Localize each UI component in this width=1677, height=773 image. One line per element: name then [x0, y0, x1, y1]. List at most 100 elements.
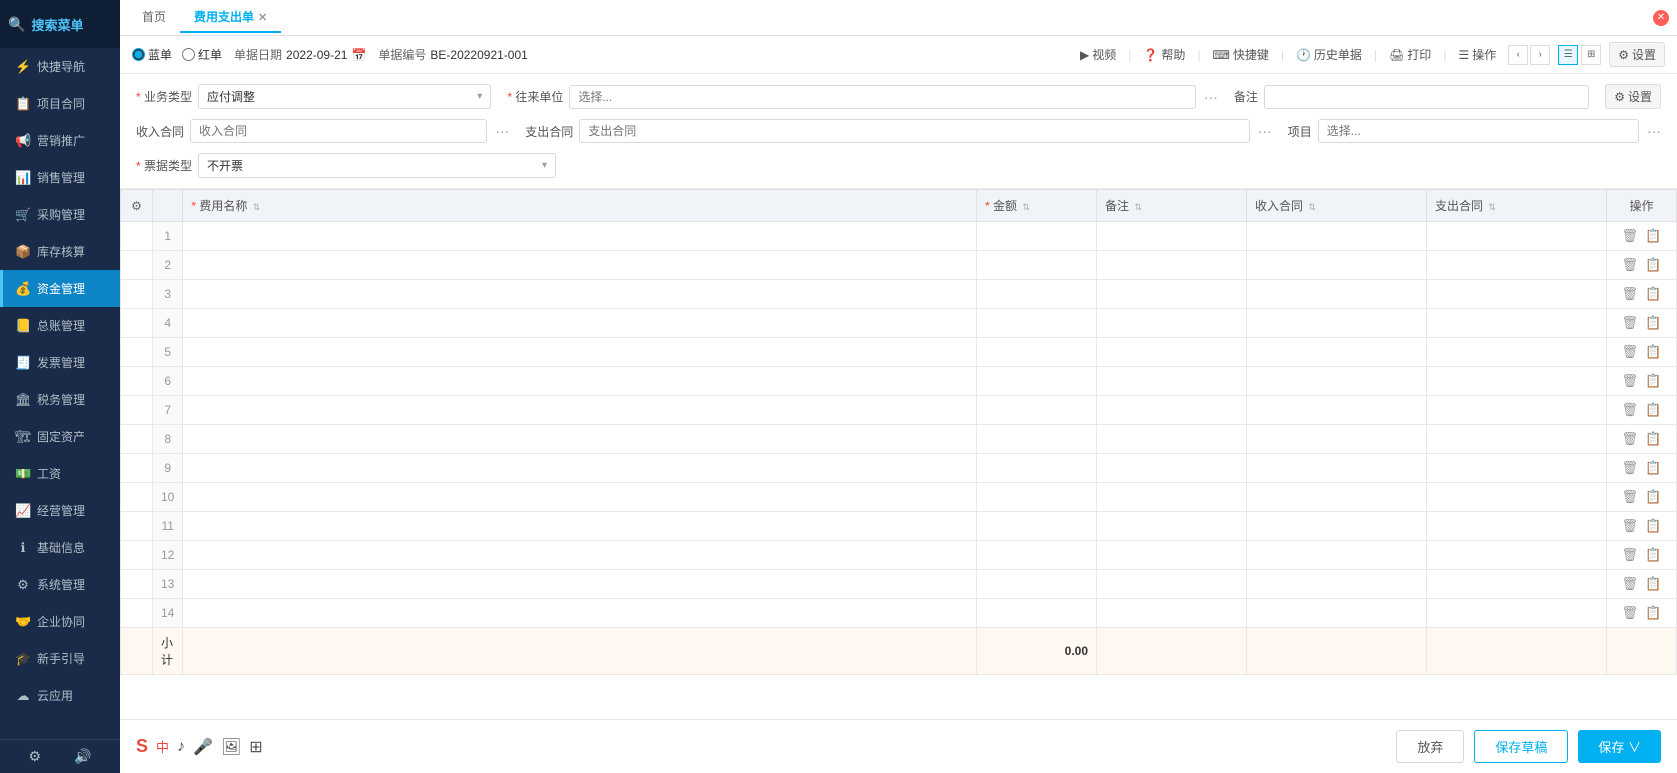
- delete-icon-1[interactable]: 🗑: [1621, 228, 1638, 243]
- cell-amount-9[interactable]: [977, 454, 1097, 483]
- cell-amount-14[interactable]: [977, 599, 1097, 628]
- delete-icon-7[interactable]: 🗑: [1621, 402, 1638, 417]
- cell-income-contract-2[interactable]: [1247, 251, 1427, 280]
- video-btn[interactable]: ▶ 视频: [1076, 44, 1120, 65]
- cell-note-5[interactable]: [1097, 338, 1247, 367]
- cell-income-contract-13[interactable]: [1247, 570, 1427, 599]
- cell-note-4[interactable]: [1097, 309, 1247, 338]
- cell-amount-11[interactable]: [977, 512, 1097, 541]
- sidebar-item-inventory[interactable]: 📦库存核算: [0, 233, 120, 270]
- sidebar-item-sys-mgmt[interactable]: ⚙系统管理: [0, 566, 120, 603]
- cell-expense-name-5[interactable]: [183, 338, 977, 367]
- calendar-icon[interactable]: 📅: [351, 48, 366, 62]
- cell-amount-3[interactable]: [977, 280, 1097, 309]
- sort-expense-icon[interactable]: ⇅: [1488, 202, 1496, 212]
- sidebar-item-ops-mgmt[interactable]: 📈经营管理: [0, 492, 120, 529]
- footer-icon-music[interactable]: ♪: [177, 738, 185, 756]
- audio-bottom-icon[interactable]: 🔊: [74, 748, 91, 765]
- copy-icon-11[interactable]: 📋: [1645, 518, 1661, 533]
- cell-amount-12[interactable]: [977, 541, 1097, 570]
- cell-amount-8[interactable]: [977, 425, 1097, 454]
- cell-income-contract-7[interactable]: [1247, 396, 1427, 425]
- operations-btn[interactable]: ☰ 操作: [1454, 44, 1500, 65]
- cell-note-12[interactable]: [1097, 541, 1247, 570]
- copy-icon-5[interactable]: 📋: [1645, 344, 1661, 359]
- sidebar-item-quick-nav[interactable]: ⚡快捷导航: [0, 48, 120, 85]
- note-input[interactable]: [1264, 85, 1589, 109]
- cell-expense-contract-3[interactable]: [1427, 280, 1607, 309]
- copy-icon-2[interactable]: 📋: [1645, 257, 1661, 272]
- cell-income-contract-1[interactable]: [1247, 222, 1427, 251]
- expense-contract-input[interactable]: [579, 119, 1249, 143]
- sort-amount-icon[interactable]: ⇅: [1022, 202, 1030, 212]
- cell-expense-contract-9[interactable]: [1427, 454, 1607, 483]
- tab-expense-bill[interactable]: 费用支出单✕: [180, 2, 281, 33]
- delete-icon-10[interactable]: 🗑: [1621, 489, 1638, 504]
- cell-expense-name-4[interactable]: [183, 309, 977, 338]
- cell-income-contract-12[interactable]: [1247, 541, 1427, 570]
- delete-icon-13[interactable]: 🗑: [1621, 576, 1638, 591]
- cell-expense-contract-8[interactable]: [1427, 425, 1607, 454]
- cell-note-2[interactable]: [1097, 251, 1247, 280]
- copy-icon-9[interactable]: 📋: [1645, 460, 1661, 475]
- cell-expense-name-12[interactable]: [183, 541, 977, 570]
- copy-icon-13[interactable]: 📋: [1645, 576, 1661, 591]
- copy-icon-6[interactable]: 📋: [1645, 373, 1661, 388]
- nav-next-btn[interactable]: ›: [1530, 45, 1550, 65]
- print-btn[interactable]: 🖨 打印: [1385, 44, 1435, 65]
- cell-note-7[interactable]: [1097, 396, 1247, 425]
- footer-icon-mic[interactable]: 🎤: [193, 737, 213, 757]
- cell-expense-name-9[interactable]: [183, 454, 977, 483]
- copy-icon-10[interactable]: 📋: [1645, 489, 1661, 504]
- cell-amount-5[interactable]: [977, 338, 1097, 367]
- cell-note-8[interactable]: [1097, 425, 1247, 454]
- cell-expense-name-14[interactable]: [183, 599, 977, 628]
- sort-icon[interactable]: ⇅: [253, 202, 261, 212]
- delete-icon-14[interactable]: 🗑: [1621, 605, 1638, 620]
- delete-icon-9[interactable]: 🗑: [1621, 460, 1638, 475]
- cell-note-13[interactable]: [1097, 570, 1247, 599]
- cell-income-contract-9[interactable]: [1247, 454, 1427, 483]
- history-btn[interactable]: 🕐 历史单据: [1292, 44, 1366, 65]
- cell-expense-contract-12[interactable]: [1427, 541, 1607, 570]
- cell-note-3[interactable]: [1097, 280, 1247, 309]
- cell-income-contract-3[interactable]: [1247, 280, 1427, 309]
- footer-icon-grid[interactable]: ⊞: [249, 737, 262, 757]
- cell-amount-1[interactable]: [977, 222, 1097, 251]
- shortcuts-btn[interactable]: ⌨ 快捷键: [1209, 44, 1273, 65]
- footer-icon-table[interactable]: 🖼: [221, 737, 241, 757]
- radio-red-label[interactable]: 红单: [182, 46, 222, 63]
- cell-note-14[interactable]: [1097, 599, 1247, 628]
- radio-blue-input[interactable]: [132, 48, 145, 61]
- sidebar-item-ledger[interactable]: 📒总账管理: [0, 307, 120, 344]
- cell-expense-name-7[interactable]: [183, 396, 977, 425]
- counterparty-input[interactable]: [569, 85, 1196, 109]
- cell-expense-contract-10[interactable]: [1427, 483, 1607, 512]
- sidebar-item-project-contract[interactable]: 📋项目合同: [0, 85, 120, 122]
- sort-income-icon[interactable]: ⇅: [1308, 202, 1316, 212]
- cell-income-contract-10[interactable]: [1247, 483, 1427, 512]
- copy-icon-7[interactable]: 📋: [1645, 402, 1661, 417]
- tab-close-expense-bill[interactable]: ✕: [258, 12, 267, 24]
- delete-icon-2[interactable]: 🗑: [1621, 257, 1638, 272]
- counterparty-more-icon[interactable]: ···: [1204, 89, 1218, 105]
- cell-expense-contract-14[interactable]: [1427, 599, 1607, 628]
- delete-icon-3[interactable]: 🗑: [1621, 286, 1638, 301]
- cell-amount-6[interactable]: [977, 367, 1097, 396]
- cell-expense-name-1[interactable]: [183, 222, 977, 251]
- invoice-type-select[interactable]: 不开票 ▾: [198, 153, 556, 178]
- cell-income-contract-6[interactable]: [1247, 367, 1427, 396]
- grid-view-btn[interactable]: ⊞: [1581, 45, 1601, 65]
- tab-home[interactable]: 首页: [128, 2, 180, 33]
- cell-expense-name-11[interactable]: [183, 512, 977, 541]
- window-close-btn[interactable]: ✕: [1653, 10, 1669, 26]
- nav-prev-btn[interactable]: ‹: [1508, 45, 1528, 65]
- cell-expense-name-13[interactable]: [183, 570, 977, 599]
- cell-income-contract-4[interactable]: [1247, 309, 1427, 338]
- business-type-select[interactable]: 应付调整 ▾: [198, 84, 491, 109]
- cell-amount-10[interactable]: [977, 483, 1097, 512]
- copy-icon-8[interactable]: 📋: [1645, 431, 1661, 446]
- cell-income-contract-14[interactable]: [1247, 599, 1427, 628]
- cell-income-contract-5[interactable]: [1247, 338, 1427, 367]
- cell-expense-name-10[interactable]: [183, 483, 977, 512]
